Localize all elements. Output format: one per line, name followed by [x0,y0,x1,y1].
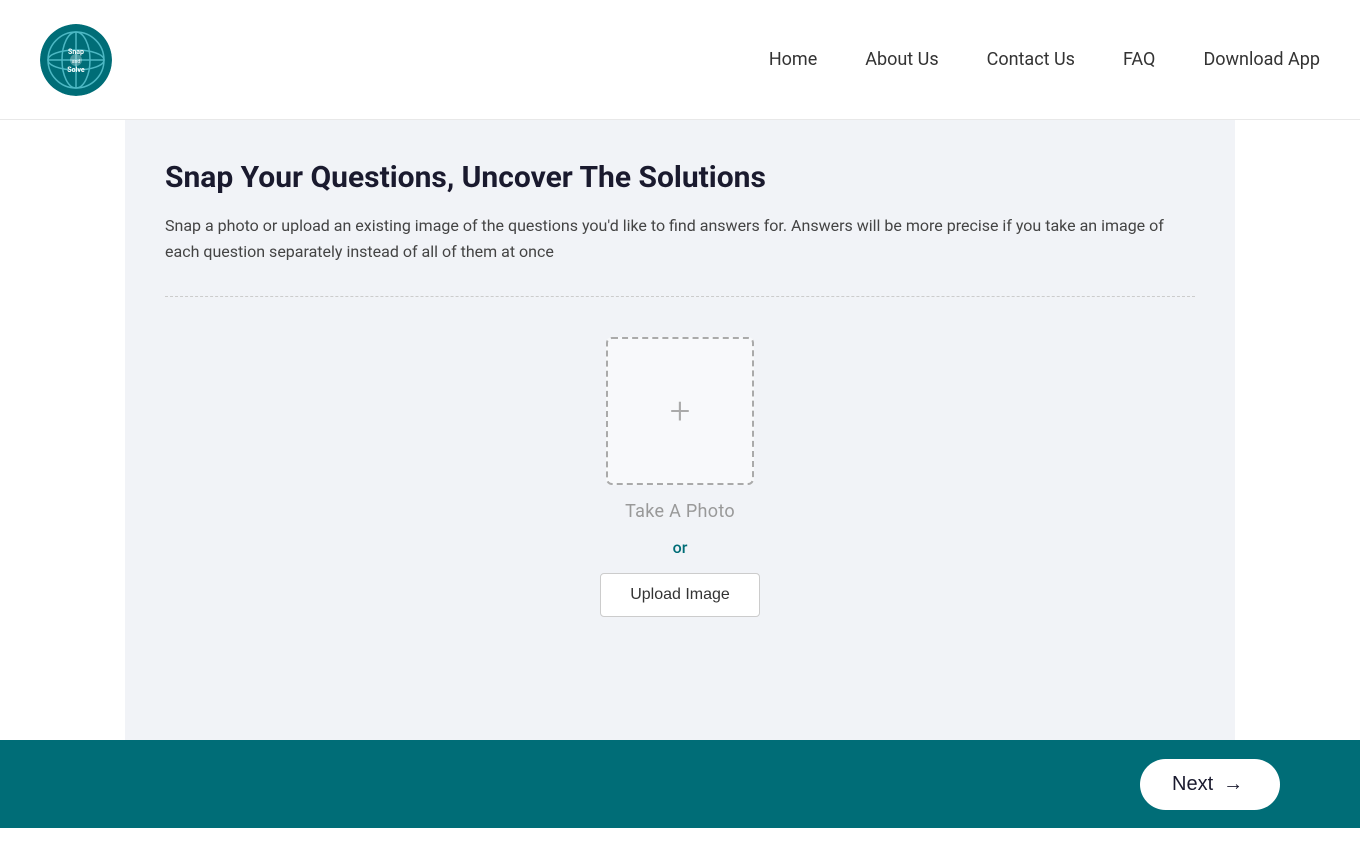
photo-upload-box[interactable]: + [606,337,754,485]
logo-area: Snap and Solve [40,24,112,96]
svg-text:Solve: Solve [67,66,85,74]
upload-image-button[interactable]: Upload Image [600,573,760,617]
nav: Home About Us Contact Us FAQ Download Ap… [769,49,1320,70]
upload-section: + Take A Photo or Upload Image [165,337,1195,617]
next-button[interactable]: Next → [1140,759,1280,810]
next-arrow-icon: → [1223,773,1243,796]
or-label: or [673,538,688,557]
nav-download-app[interactable]: Download App [1203,49,1320,70]
nav-contact-us[interactable]: Contact Us [987,49,1075,70]
logo: Snap and Solve [40,24,112,96]
header: Snap and Solve Home About Us Contact Us … [0,0,1360,120]
nav-home[interactable]: Home [769,49,817,70]
nav-faq[interactable]: FAQ [1123,49,1155,70]
footer-bar: Next → [0,740,1360,828]
svg-text:and: and [72,59,80,65]
plus-icon: + [670,393,690,429]
take-photo-label: Take A Photo [625,501,735,522]
main-content: Snap Your Questions, Uncover The Solutio… [125,120,1235,740]
nav-about-us[interactable]: About Us [865,49,938,70]
next-button-label: Next [1172,773,1213,796]
svg-text:Snap: Snap [68,48,84,56]
page-subtitle: Snap a photo or upload an existing image… [165,213,1195,264]
section-divider [165,296,1195,297]
page-title: Snap Your Questions, Uncover The Solutio… [165,160,1195,195]
